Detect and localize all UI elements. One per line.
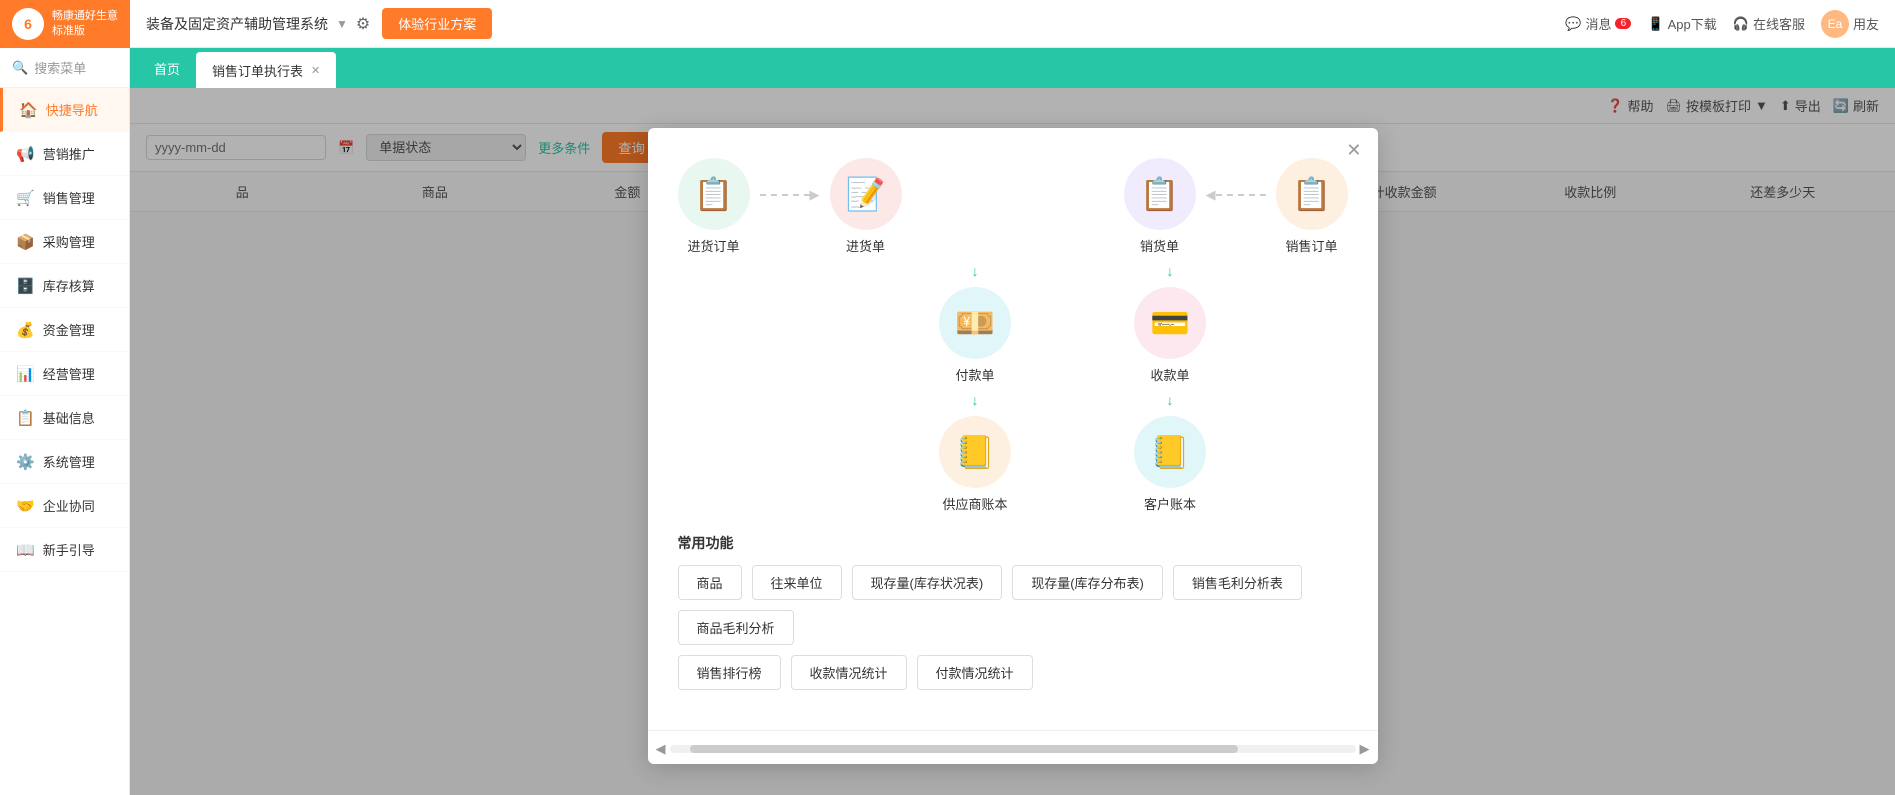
- tab-sales-order[interactable]: 销售订单执行表 ✕: [196, 52, 336, 88]
- basic-info-icon: 📋: [16, 409, 35, 427]
- online-service-item[interactable]: 🎧 在线客服: [1733, 14, 1805, 33]
- experience-btn[interactable]: 体验行业方案: [382, 8, 492, 39]
- sidebar-item-guide[interactable]: 📖 新手引导: [0, 528, 129, 572]
- func-btn-stock-dist[interactable]: 现存量(库存分布表): [1012, 565, 1163, 600]
- tab-close-icon[interactable]: ✕: [311, 64, 320, 77]
- common-title: 常用功能: [678, 533, 1348, 553]
- operations-icon: 📊: [16, 365, 35, 383]
- header-right: 💬 消息 6 📱 App下载 🎧 在线客服 Ea 用友: [1565, 10, 1879, 38]
- inventory-icon: 🗄️: [16, 277, 35, 295]
- purchase-order-icon: 📋: [678, 158, 750, 230]
- arrow-sales: ◀: [1196, 187, 1276, 227]
- modal-close-btn[interactable]: ✕: [1346, 140, 1361, 161]
- modal-scrollbar[interactable]: ◀ ▶: [648, 730, 1378, 764]
- sales-order-node[interactable]: 📋 销售订单: [1276, 158, 1348, 255]
- sidebar-item-system[interactable]: ⚙️ 系统管理: [0, 440, 129, 484]
- payment-bill-node[interactable]: 💴 付款单: [939, 287, 1011, 384]
- sidebar-item-purchase[interactable]: 📦 采购管理: [0, 220, 129, 264]
- func-btn-stock-status[interactable]: 现存量(库存状况表): [852, 565, 1003, 600]
- sidebar-item-inventory[interactable]: 🗄️ 库存核算: [0, 264, 129, 308]
- sales-bill-node[interactable]: 📋 销货单: [1124, 158, 1196, 255]
- sales-bill-icon: 📋: [1124, 158, 1196, 230]
- modal-overlay[interactable]: ✕ 📋 进货订单: [130, 88, 1895, 795]
- message-icon: 💬: [1565, 16, 1581, 32]
- logo-area: 6 畅康通好生意 标准版: [0, 0, 130, 48]
- user-avatar-item[interactable]: Ea 用友: [1821, 10, 1879, 38]
- common-functions: 常用功能 商品 往来单位 现存量(库存状况表) 现存量(库存分布表) 销售毛利分…: [678, 533, 1348, 690]
- sales-order-icon: 📋: [1276, 158, 1348, 230]
- tab-home[interactable]: 首页: [138, 48, 196, 88]
- headset-icon: 🎧: [1733, 16, 1749, 32]
- payment-bill-icon: 💴: [939, 287, 1011, 359]
- sidebar-item-finance[interactable]: 💰 资金管理: [0, 308, 129, 352]
- supplier-ledger-node[interactable]: 📒 供应商账本: [939, 416, 1011, 513]
- main-content: 首页 销售订单执行表 ✕ ❓ 帮助 🖨 按模板打印 ▼ ⬆: [130, 48, 1895, 795]
- home-icon: 🏠: [19, 101, 38, 119]
- sidebar-item-operations[interactable]: 📊 经营管理: [0, 352, 129, 396]
- down-arrow-receipt: ↓: [1167, 263, 1174, 279]
- message-item[interactable]: 💬 消息 6: [1565, 14, 1631, 33]
- modal-body: 📋 进货订单 ▶ 📝 进货单: [648, 128, 1378, 720]
- func-btn-receipt-stats[interactable]: 收款情况统计: [791, 655, 907, 690]
- purchase-icon: 📦: [16, 233, 35, 251]
- avatar: Ea: [1821, 10, 1849, 38]
- func-btn-product[interactable]: 商品: [678, 565, 742, 600]
- marketing-icon: 📢: [16, 145, 35, 163]
- guide-icon: 📖: [16, 541, 35, 559]
- func-btn-sales-rank[interactable]: 销售排行榜: [678, 655, 781, 690]
- system-title: 装备及固定资产辅助管理系统 ▼: [146, 14, 348, 34]
- flow-diagram: 📋 进货订单 ▶ 📝 进货单: [678, 158, 1348, 513]
- sidebar: 🔍 搜索菜单 🏠 快捷导航 📢 营销推广 🛒 销售管理 📦 采购管理 🗄️ 库存…: [0, 48, 130, 795]
- purchase-order-node[interactable]: 📋 进货订单: [678, 158, 750, 255]
- phone-icon: 📱: [1647, 16, 1663, 32]
- search-icon: 🔍: [12, 60, 28, 76]
- settings-icon[interactable]: ⚙: [356, 14, 370, 34]
- receipt-bill-node[interactable]: 💳 收款单: [1134, 287, 1206, 384]
- tab-bar: 首页 销售订单执行表 ✕: [130, 48, 1895, 88]
- receipt-bill-icon: 💳: [1134, 287, 1206, 359]
- sidebar-item-marketing[interactable]: 📢 营销推广: [0, 132, 129, 176]
- enterprise-icon: 🤝: [16, 497, 35, 515]
- top-header: 6 畅康通好生意 标准版 装备及固定资产辅助管理系统 ▼ ⚙ 体验行业方案 💬 …: [0, 0, 1895, 48]
- func-buttons-row2: 销售排行榜 收款情况统计 付款情况统计: [678, 655, 1348, 690]
- customer-ledger-node[interactable]: 📒 客户账本: [1134, 416, 1206, 513]
- func-btn-product-profit[interactable]: 商品毛利分析: [678, 610, 794, 645]
- arrow-purchase: ▶: [750, 187, 830, 227]
- logo-text: 畅康通好生意 标准版: [52, 9, 118, 38]
- system-icon: ⚙️: [16, 453, 35, 471]
- purchase-bill-icon: 📝: [830, 158, 902, 230]
- sidebar-item-basic-info[interactable]: 📋 基础信息: [0, 396, 129, 440]
- scroll-left-btn[interactable]: ◀: [656, 741, 666, 757]
- func-btn-sales-analysis[interactable]: 销售毛利分析表: [1173, 565, 1302, 600]
- down-arrow-supplier: ↓: [972, 392, 979, 408]
- finance-icon: 💰: [16, 321, 35, 339]
- down-arrow-customer: ↓: [1167, 392, 1174, 408]
- func-btn-contacts[interactable]: 往来单位: [752, 565, 842, 600]
- sidebar-search[interactable]: 🔍 搜索菜单: [0, 48, 129, 88]
- sidebar-item-enterprise[interactable]: 🤝 企业协同: [0, 484, 129, 528]
- page-area: ❓ 帮助 🖨 按模板打印 ▼ ⬆ 导出 🔄 刷新: [130, 88, 1895, 795]
- sidebar-item-quick-nav[interactable]: 🏠 快捷导航: [0, 88, 129, 132]
- sales-icon: 🛒: [16, 189, 35, 207]
- flow-modal: ✕ 📋 进货订单: [648, 128, 1378, 764]
- down-arrow-payment: ↓: [972, 263, 979, 279]
- customer-ledger-icon: 📒: [1134, 416, 1206, 488]
- func-buttons-row1: 商品 往来单位 现存量(库存状况表) 现存量(库存分布表) 销售毛利分析表 商品…: [678, 565, 1348, 645]
- func-btn-payment-stats[interactable]: 付款情况统计: [917, 655, 1033, 690]
- scroll-right-btn[interactable]: ▶: [1360, 741, 1370, 757]
- sidebar-item-sales[interactable]: 🛒 销售管理: [0, 176, 129, 220]
- app-download-item[interactable]: 📱 App下载: [1647, 14, 1716, 33]
- system-dropdown-icon[interactable]: ▼: [336, 17, 348, 31]
- purchase-bill-node[interactable]: 📝 进货单: [830, 158, 902, 255]
- supplier-ledger-icon: 📒: [939, 416, 1011, 488]
- logo-icon: 6: [12, 8, 44, 40]
